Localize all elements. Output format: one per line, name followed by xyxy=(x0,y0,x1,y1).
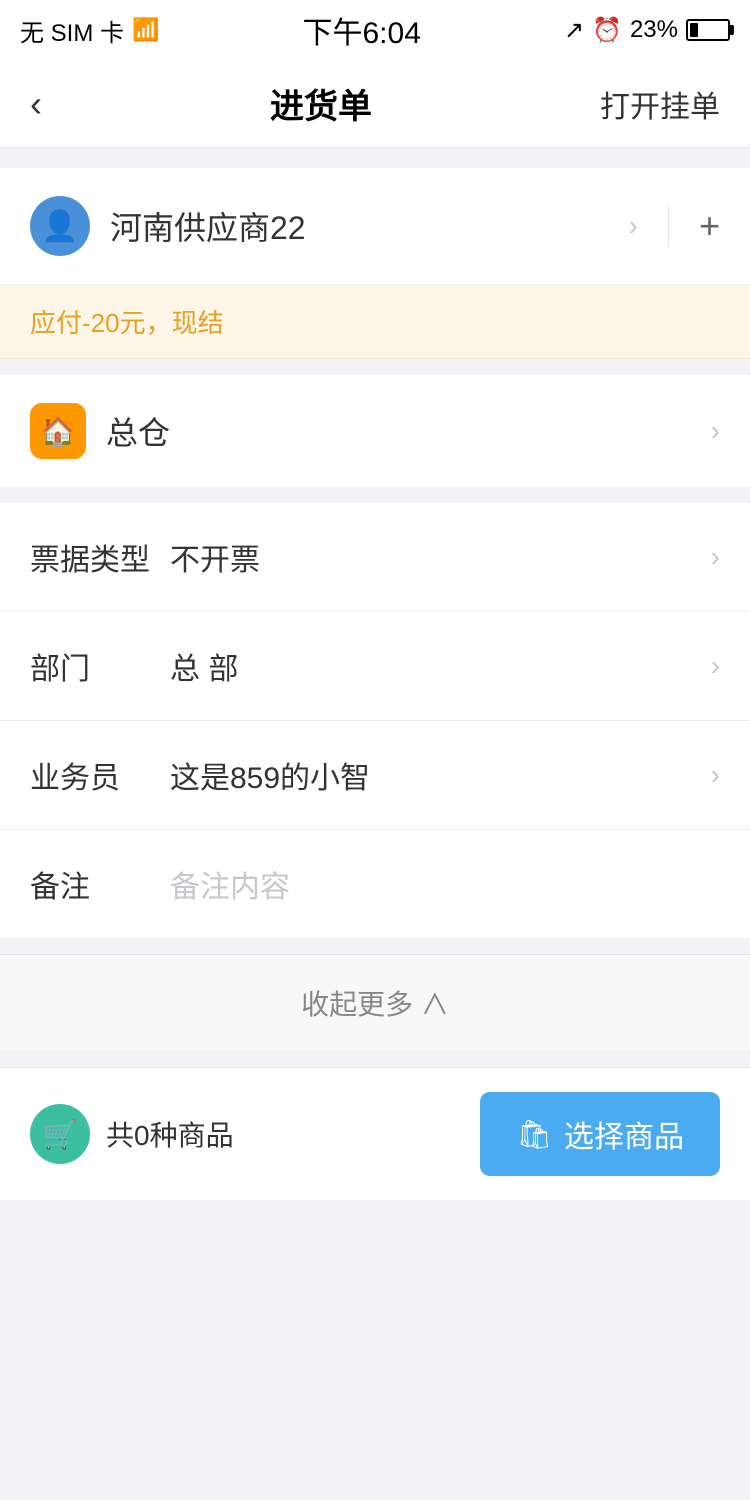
select-product-button[interactable]: 🛍 选择商品 xyxy=(480,1092,720,1176)
invoice-type-chevron: › xyxy=(711,541,720,573)
collapse-row[interactable]: 收起更多 ∧ xyxy=(0,954,750,1051)
supplier-avatar: 👤 xyxy=(30,196,90,256)
invoice-type-label: 票据类型 xyxy=(30,535,160,579)
remark-label: 备注 xyxy=(30,862,160,906)
department-value: 总 部 xyxy=(160,644,711,688)
page-title: 进货单 xyxy=(270,79,372,128)
wifi-icon: 📶 xyxy=(132,17,159,43)
sim-status: 无 SIM 卡 xyxy=(20,13,124,48)
person-icon: 👤 xyxy=(41,209,78,244)
salesperson-row[interactable]: 业务员 这是859的小智 › xyxy=(0,721,750,830)
product-count-text: 共0种商品 xyxy=(106,1114,234,1154)
battery-icon xyxy=(686,19,730,41)
battery-percent: 23% xyxy=(630,16,678,44)
supplier-row[interactable]: 👤 河南供应商22 › + xyxy=(0,168,750,285)
status-bar: 无 SIM 卡 📶 下午6:04 ↗ ⏰ 23% xyxy=(0,0,750,60)
status-time: 下午6:04 xyxy=(302,8,420,52)
bottom-bar: 🛒 共0种商品 🛍 选择商品 xyxy=(0,1067,750,1200)
supplier-chevron-icon: › xyxy=(629,210,638,242)
supplier-actions: › + xyxy=(629,205,720,247)
nav-bar: ‹ 进货单 打开挂单 xyxy=(0,60,750,148)
form-section: 票据类型 不开票 › 部门 总 部 › 业务员 这是859的小智 › 备注 备注… xyxy=(0,503,750,938)
salesperson-value: 这是859的小智 xyxy=(160,753,711,797)
remark-row[interactable]: 备注 备注内容 xyxy=(0,830,750,938)
open-pending-button[interactable]: 打开挂单 xyxy=(600,82,720,126)
product-count-wrap: 🛒 共0种商品 xyxy=(30,1104,234,1164)
warehouse-chevron-icon: › xyxy=(711,415,720,447)
warning-text: 应付-20元，现结 xyxy=(30,308,224,338)
add-supplier-icon[interactable]: + xyxy=(699,205,720,247)
product-icon: 🛒 xyxy=(43,1118,78,1151)
collapse-text: 收起更多 ∧ xyxy=(301,983,449,1023)
warehouse-name: 总仓 xyxy=(106,408,711,454)
back-button[interactable]: ‹ xyxy=(30,83,42,125)
alarm-icon: ⏰ xyxy=(592,16,622,45)
location-icon: ↗ xyxy=(564,16,584,45)
salesperson-chevron: › xyxy=(711,759,720,791)
warning-banner: 应付-20元，现结 xyxy=(0,285,750,359)
warehouse-section: 🏠 总仓 › xyxy=(0,375,750,487)
select-btn-text: 选择商品 xyxy=(564,1112,684,1156)
top-divider xyxy=(0,148,750,168)
select-btn-icon: 🛍 xyxy=(516,1118,552,1151)
department-chevron: › xyxy=(711,650,720,682)
vertical-divider xyxy=(668,206,669,246)
supplier-section: 👤 河南供应商22 › + 应付-20元，现结 xyxy=(0,168,750,359)
department-row[interactable]: 部门 总 部 › xyxy=(0,612,750,721)
warehouse-icon-wrap: 🏠 xyxy=(30,403,86,459)
status-left: 无 SIM 卡 📶 xyxy=(20,13,159,48)
invoice-type-value: 不开票 xyxy=(160,535,711,579)
divider-1 xyxy=(0,359,750,375)
salesperson-label: 业务员 xyxy=(30,753,160,797)
supplier-name: 河南供应商22 xyxy=(110,203,629,249)
product-icon-wrap: 🛒 xyxy=(30,1104,90,1164)
gray-bottom-area xyxy=(0,1200,750,1500)
department-label: 部门 xyxy=(30,644,160,688)
warehouse-icon: 🏠 xyxy=(41,415,76,448)
remark-input[interactable]: 备注内容 xyxy=(160,862,720,906)
status-right: ↗ ⏰ 23% xyxy=(564,16,730,45)
warehouse-row[interactable]: 🏠 总仓 › xyxy=(0,375,750,487)
invoice-type-row[interactable]: 票据类型 不开票 › xyxy=(0,503,750,612)
